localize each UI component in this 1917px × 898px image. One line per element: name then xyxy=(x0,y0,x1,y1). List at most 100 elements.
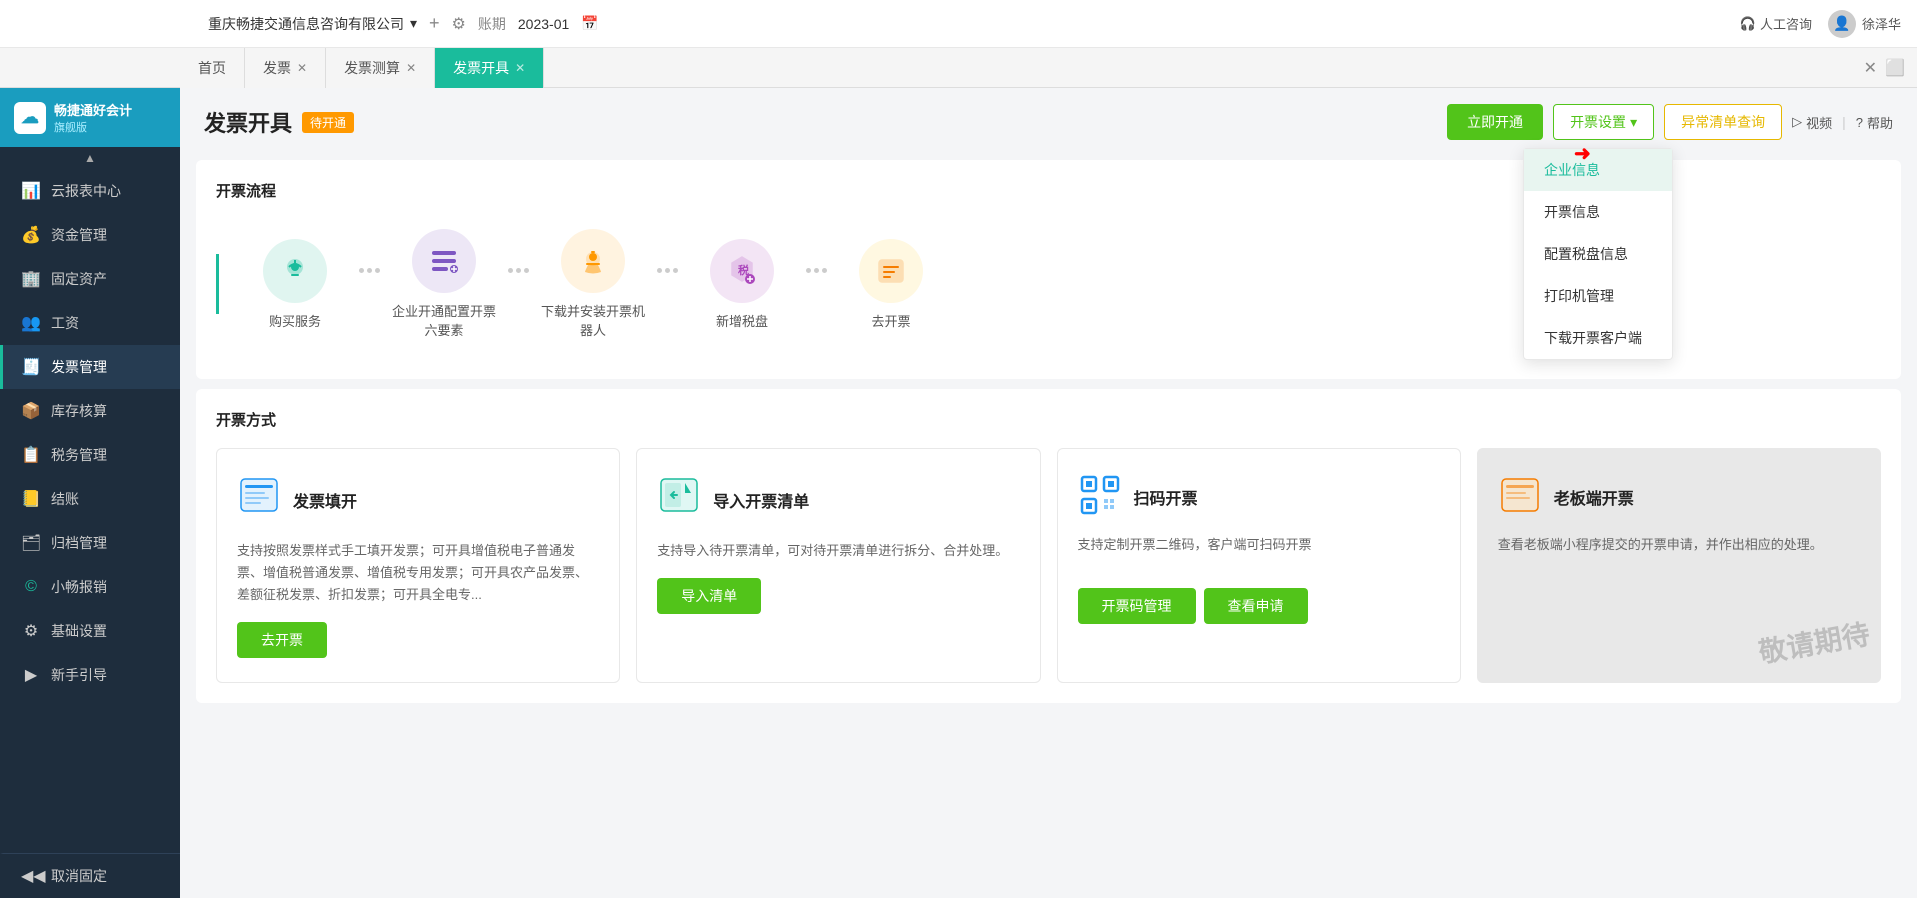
close-invoice-tab[interactable]: ✕ xyxy=(297,61,307,75)
dropdown-item-tax-info[interactable]: 配置税盘信息 xyxy=(1524,233,1672,275)
go-invoice-icon xyxy=(859,239,923,303)
qr-manage-btn[interactable]: 开票码管理 xyxy=(1078,588,1196,624)
dot2 xyxy=(508,268,529,301)
sidebar-item-fapiao[interactable]: 🧾 发票管理 xyxy=(0,345,180,389)
dropdown-item-download-client[interactable]: 下载开票客户端 xyxy=(1524,317,1672,359)
addtax-icon: 税 xyxy=(710,239,774,303)
tab-invoice-open[interactable]: 发票开具 ✕ xyxy=(435,48,544,88)
top-bar: 重庆畅捷交通信息咨询有限公司 ▾ + ⚙ 账期 2023-01 📅 🎧 人工咨询… xyxy=(0,0,1917,48)
download-icon xyxy=(561,229,625,293)
import-list-title: 导入开票清单 xyxy=(713,488,809,512)
boss-invoice-header: 老板端开票 xyxy=(1498,473,1860,520)
gudingzichan-icon: 🏢 xyxy=(21,269,41,289)
video-btn[interactable]: ▷ 视频 xyxy=(1792,113,1832,132)
maximize-btn[interactable]: ⬜ xyxy=(1885,58,1905,78)
top-bar-actions: 🎧 人工咨询 👤 徐泽华 xyxy=(1740,10,1901,38)
import-list-icon xyxy=(657,473,701,526)
boss-invoice-title: 老板端开票 xyxy=(1554,485,1634,509)
yunbao-icon: 📊 xyxy=(21,181,41,201)
shuiwu-icon: 📋 xyxy=(21,445,41,465)
methods-grid: 发票填开 支持按照发票样式手工填开发票；可开具增值税电子普通发票、增值税普通发票… xyxy=(216,448,1881,683)
user-area[interactable]: 👤 徐泽华 xyxy=(1828,10,1901,38)
fill-invoice-desc: 支持按照发票样式手工填开发票；可开具增值税电子普通发票、增值税普通发票、增值税专… xyxy=(237,540,599,606)
import-list-btn[interactable]: 导入清单 xyxy=(657,578,761,614)
process-step-config: 企业开通配置开票六要素 xyxy=(384,229,504,339)
guidang-icon: 🗂 xyxy=(21,533,41,553)
scan-invoice-desc: 支持定制开票二维码，客户端可扫码开票 xyxy=(1078,534,1440,556)
buy-service-icon xyxy=(263,239,327,303)
activate-btn[interactable]: 立即开通 xyxy=(1447,104,1543,140)
methods-section: 开票方式 发票填开 支持按照发票样式手工填开发票；可开具增值税电子普通发票、增值… xyxy=(196,389,1901,703)
sidebar-item-guidang[interactable]: 🗂 归档管理 xyxy=(0,521,180,565)
sidebar-item-gudingzichan[interactable]: 🏢 固定资产 xyxy=(0,257,180,301)
abnormal-btn[interactable]: 异常清单查询 xyxy=(1664,104,1782,140)
sidebar-item-yunbao[interactable]: 📊 云报表中心 xyxy=(0,169,180,213)
xinshou-icon: ▶ xyxy=(21,665,41,685)
settings-dropdown: ➜ 企业信息 开票信息 配置税盘信息 打印机管理 xyxy=(1523,148,1673,360)
close-invoice-open-tab[interactable]: ✕ xyxy=(515,61,525,75)
download-label: 下载并安装开票机器人 xyxy=(538,301,648,339)
sidebar-scroll-up[interactable]: ▲ xyxy=(0,147,180,169)
avatar-icon: 👤 xyxy=(1828,10,1856,38)
settings-btn[interactable]: 开票设置 ▾ xyxy=(1553,104,1654,140)
headset-icon: 🎧 xyxy=(1740,16,1756,32)
play-icon: ▷ xyxy=(1792,114,1802,130)
go-invoice-label: 去开票 xyxy=(871,311,910,330)
fill-invoice-title: 发票填开 xyxy=(293,488,357,512)
page-header: 发票开具 待开通 立即开通 开票设置 ▾ 异常清单查询 ▷ 视频 | xyxy=(180,88,1917,150)
page-title: 发票开具 xyxy=(204,106,292,138)
fill-invoice-btn[interactable]: 去开票 xyxy=(237,622,327,658)
status-badge: 待开通 xyxy=(302,112,354,133)
sidebar-item-kucun[interactable]: 📦 库存核算 xyxy=(0,389,180,433)
method-import-list: 导入开票清单 支持导入待开票清单，可对待开票清单进行拆分、合并处理。 导入清单 xyxy=(636,448,1040,683)
scan-invoice-header: 扫码开票 xyxy=(1078,473,1440,520)
dropdown-arrow: ▾ xyxy=(1630,114,1637,131)
sidebar-item-gongzi[interactable]: 👥 工资 xyxy=(0,301,180,345)
sidebar-item-quxiao[interactable]: ◀◀ 取消固定 xyxy=(0,853,180,898)
sidebar-item-shuiwu[interactable]: 📋 税务管理 xyxy=(0,433,180,477)
fill-invoice-header: 发票填开 xyxy=(237,473,599,526)
period-label: 账期 xyxy=(478,14,506,34)
main-layout: ☁ 畅捷通好会计 旗舰版 ▲ 📊 云报表中心 💰 资金管理 🏢 固定资产 👥 xyxy=(0,88,1917,898)
quxiao-icon: ◀◀ xyxy=(21,866,41,886)
overlay-text: 敬请期待 xyxy=(1755,613,1872,672)
sidebar-item-xiaochang[interactable]: © 小畅报销 xyxy=(0,565,180,609)
company-selector[interactable]: 重庆畅捷交通信息咨询有限公司 ▾ xyxy=(208,14,417,34)
process-divider xyxy=(216,254,219,314)
period-value: 2023-01 xyxy=(518,16,569,32)
dot4 xyxy=(806,268,827,301)
boss-invoice-desc: 查看老板端小程序提交的开票申请，并作出相应的处理。 xyxy=(1498,534,1860,556)
sidebar-item-xinshou[interactable]: ▶ 新手引导 xyxy=(0,653,180,697)
add-icon[interactable]: + xyxy=(429,13,440,34)
dropdown-item-printer[interactable]: 打印机管理 xyxy=(1524,275,1672,317)
method-fill-invoice: 发票填开 支持按照发票样式手工填开发票；可开具增值税电子普通发票、增值税普通发票… xyxy=(216,448,620,683)
xiaochang-icon: © xyxy=(21,578,41,596)
question-icon: ? xyxy=(1856,115,1863,130)
method-boss-invoice: 老板端开票 查看老板端小程序提交的开票申请，并作出相应的处理。 敬请期待 xyxy=(1477,448,1881,683)
close-invoice-calc-tab[interactable]: ✕ xyxy=(406,61,416,75)
red-arrow: ➜ xyxy=(1574,141,1591,166)
process-step-download: 下载并安装开票机器人 xyxy=(533,229,653,339)
import-list-header: 导入开票清单 xyxy=(657,473,1019,526)
boss-invoice-icon xyxy=(1498,473,1542,520)
scan-invoice-title: 扫码开票 xyxy=(1134,485,1198,509)
content-area: 发票开具 待开通 立即开通 开票设置 ▾ 异常清单查询 ▷ 视频 | xyxy=(180,88,1917,898)
dropdown-item-company-info[interactable]: 企业信息 xyxy=(1524,149,1672,191)
tab-home[interactable]: 首页 xyxy=(180,48,245,88)
settings-icon[interactable]: ⚙ xyxy=(452,14,466,34)
service-btn[interactable]: 🎧 人工咨询 xyxy=(1740,14,1812,33)
method-scan-invoice: 扫码开票 支持定制开票二维码，客户端可扫码开票 开票码管理 查看申请 xyxy=(1057,448,1461,683)
sidebar-item-jiezhang[interactable]: 📒 结账 xyxy=(0,477,180,521)
fill-invoice-icon xyxy=(237,473,281,526)
tab-invoice[interactable]: 发票 ✕ xyxy=(245,48,326,88)
dropdown-item-invoice-info[interactable]: 开票信息 xyxy=(1524,191,1672,233)
view-apply-btn[interactable]: 查看申请 xyxy=(1204,588,1308,624)
close-window-btn[interactable]: ✕ xyxy=(1864,58,1877,78)
config-label: 企业开通配置开票六要素 xyxy=(389,301,499,339)
tab-invoice-calc[interactable]: 发票测算 ✕ xyxy=(326,48,435,88)
tabs-bar: 首页 发票 ✕ 发票测算 ✕ 发票开具 ✕ ✕ ⬜ xyxy=(0,48,1917,88)
sidebar-item-jichushezhi[interactable]: ⚙ 基础设置 xyxy=(0,609,180,653)
sidebar-item-zijin[interactable]: 💰 资金管理 xyxy=(0,213,180,257)
calendar-icon[interactable]: 📅 xyxy=(581,15,598,32)
help-btn[interactable]: ? 帮助 xyxy=(1856,113,1893,132)
